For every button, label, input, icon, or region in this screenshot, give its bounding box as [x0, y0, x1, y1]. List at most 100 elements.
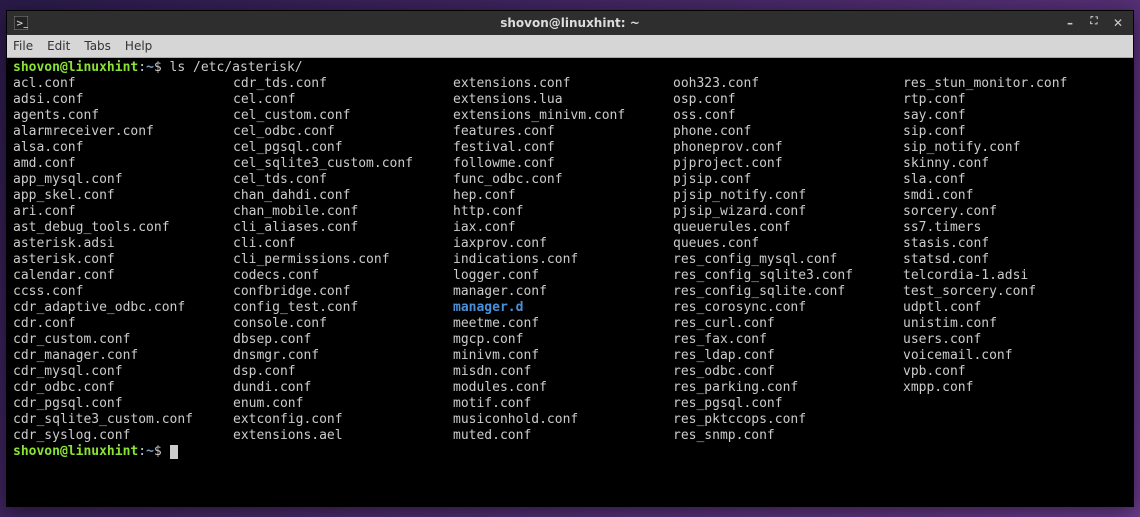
- ls-entry: iax.conf: [453, 220, 673, 236]
- ls-entry: cdr_custom.conf: [13, 332, 233, 348]
- ls-entry: cdr_syslog.conf: [13, 428, 233, 444]
- ls-entry: ooh323.conf: [673, 76, 903, 92]
- maximize-button[interactable]: ⛶: [1087, 16, 1101, 30]
- ls-entry: cel_sqlite3_custom.conf: [233, 156, 453, 172]
- prompt-colon: :: [138, 60, 146, 75]
- ls-entry: confbridge.conf: [233, 284, 453, 300]
- ls-entry: chan_dahdi.conf: [233, 188, 453, 204]
- ls-entry: manager.d: [453, 300, 673, 316]
- ls-entry: sorcery.conf: [903, 204, 1127, 220]
- ls-entry: cdr_odbc.conf: [13, 380, 233, 396]
- minimize-button[interactable]: –: [1063, 16, 1077, 30]
- ls-entry: res_fax.conf: [673, 332, 903, 348]
- ls-entry: enum.conf: [233, 396, 453, 412]
- menu-help[interactable]: Help: [125, 39, 152, 53]
- ls-entry: ss7.timers: [903, 220, 1127, 236]
- ls-entry: dundi.conf: [233, 380, 453, 396]
- ls-entry: rtp.conf: [903, 92, 1127, 108]
- ls-entry: pjsip.conf: [673, 172, 903, 188]
- ls-entry: manager.conf: [453, 284, 673, 300]
- ls-entry: sip_notify.conf: [903, 140, 1127, 156]
- menu-tabs[interactable]: Tabs: [84, 39, 111, 53]
- menu-file[interactable]: File: [13, 39, 33, 53]
- ls-entry: codecs.conf: [233, 268, 453, 284]
- ls-entry: iaxprov.conf: [453, 236, 673, 252]
- ls-entry: statsd.conf: [903, 252, 1127, 268]
- ls-entry: app_skel.conf: [13, 188, 233, 204]
- ls-entry: asterisk.conf: [13, 252, 233, 268]
- ls-entry: ccss.conf: [13, 284, 233, 300]
- ls-entry: alarmreceiver.conf: [13, 124, 233, 140]
- ls-entry: sla.conf: [903, 172, 1127, 188]
- ls-entry: ast_debug_tools.conf: [13, 220, 233, 236]
- ls-entry: cel_odbc.conf: [233, 124, 453, 140]
- ls-entry: osp.conf: [673, 92, 903, 108]
- ls-entry: followme.conf: [453, 156, 673, 172]
- ls-entry: chan_mobile.conf: [233, 204, 453, 220]
- svg-text:>_: >_: [16, 19, 28, 29]
- ls-entry: [903, 428, 1127, 444]
- ls-entry: cel_pgsql.conf: [233, 140, 453, 156]
- ls-entry: console.conf: [233, 316, 453, 332]
- ls-entry: adsi.conf: [13, 92, 233, 108]
- ls-entry: phone.conf: [673, 124, 903, 140]
- ls-entry: vpb.conf: [903, 364, 1127, 380]
- ls-entry: sip.conf: [903, 124, 1127, 140]
- ls-entry: cel_custom.conf: [233, 108, 453, 124]
- ls-entry: alsa.conf: [13, 140, 233, 156]
- ls-entry: festival.conf: [453, 140, 673, 156]
- prompt-line-1: shovon@linuxhint:~$ ls /etc/asterisk/: [13, 60, 1127, 76]
- prompt-user-host: shovon@linuxhint: [13, 60, 138, 75]
- ls-entry: cel_tds.conf: [233, 172, 453, 188]
- ls-entry: cli_aliases.conf: [233, 220, 453, 236]
- ls-entry: res_stun_monitor.conf: [903, 76, 1127, 92]
- ls-entry: func_odbc.conf: [453, 172, 673, 188]
- ls-entry: xmpp.conf: [903, 380, 1127, 396]
- ls-entry: queues.conf: [673, 236, 903, 252]
- ls-entry: pjsip_wizard.conf: [673, 204, 903, 220]
- menu-edit[interactable]: Edit: [47, 39, 70, 53]
- ls-entry: extensions.ael: [233, 428, 453, 444]
- ls-entry: mgcp.conf: [453, 332, 673, 348]
- terminal-body[interactable]: shovon@linuxhint:~$ ls /etc/asterisk/ ac…: [7, 58, 1133, 506]
- ls-entry: app_mysql.conf: [13, 172, 233, 188]
- ls-entry: acl.conf: [13, 76, 233, 92]
- ls-entry: pjproject.conf: [673, 156, 903, 172]
- cursor: [170, 445, 178, 459]
- ls-entry: cli_permissions.conf: [233, 252, 453, 268]
- ls-entry: misdn.conf: [453, 364, 673, 380]
- ls-entry: udptl.conf: [903, 300, 1127, 316]
- app-icon: >_: [13, 15, 29, 31]
- ls-entry: agents.conf: [13, 108, 233, 124]
- ls-entry: features.conf: [453, 124, 673, 140]
- ls-entry: stasis.conf: [903, 236, 1127, 252]
- ls-entry: http.conf: [453, 204, 673, 220]
- window-controls: – ⛶ ✕: [1063, 16, 1133, 30]
- ls-entry: ari.conf: [13, 204, 233, 220]
- ls-entry: hep.conf: [453, 188, 673, 204]
- ls-entry: muted.conf: [453, 428, 673, 444]
- ls-entry: cdr_pgsql.conf: [13, 396, 233, 412]
- titlebar[interactable]: >_ shovon@linuxhint: ~ – ⛶ ✕: [7, 11, 1133, 35]
- window-title: shovon@linuxhint: ~: [500, 16, 640, 30]
- ls-entry: pjsip_notify.conf: [673, 188, 903, 204]
- prompt-colon: :: [138, 444, 146, 459]
- ls-entry: voicemail.conf: [903, 348, 1127, 364]
- ls-entry: res_snmp.conf: [673, 428, 903, 444]
- ls-entry: say.conf: [903, 108, 1127, 124]
- close-button[interactable]: ✕: [1111, 16, 1125, 30]
- prompt-user-host: shovon@linuxhint: [13, 444, 138, 459]
- ls-entry: res_pktccops.conf: [673, 412, 903, 428]
- ls-entry: res_config_mysql.conf: [673, 252, 903, 268]
- ls-entry: skinny.conf: [903, 156, 1127, 172]
- ls-entry: res_ldap.conf: [673, 348, 903, 364]
- ls-entry: res_curl.conf: [673, 316, 903, 332]
- ls-entry: modules.conf: [453, 380, 673, 396]
- ls-entry: smdi.conf: [903, 188, 1127, 204]
- ls-entry: extensions.conf: [453, 76, 673, 92]
- ls-entry: dnsmgr.conf: [233, 348, 453, 364]
- ls-entry: res_parking.conf: [673, 380, 903, 396]
- ls-entry: extensions_minivm.conf: [453, 108, 673, 124]
- ls-entry: meetme.conf: [453, 316, 673, 332]
- ls-entry: cli.conf: [233, 236, 453, 252]
